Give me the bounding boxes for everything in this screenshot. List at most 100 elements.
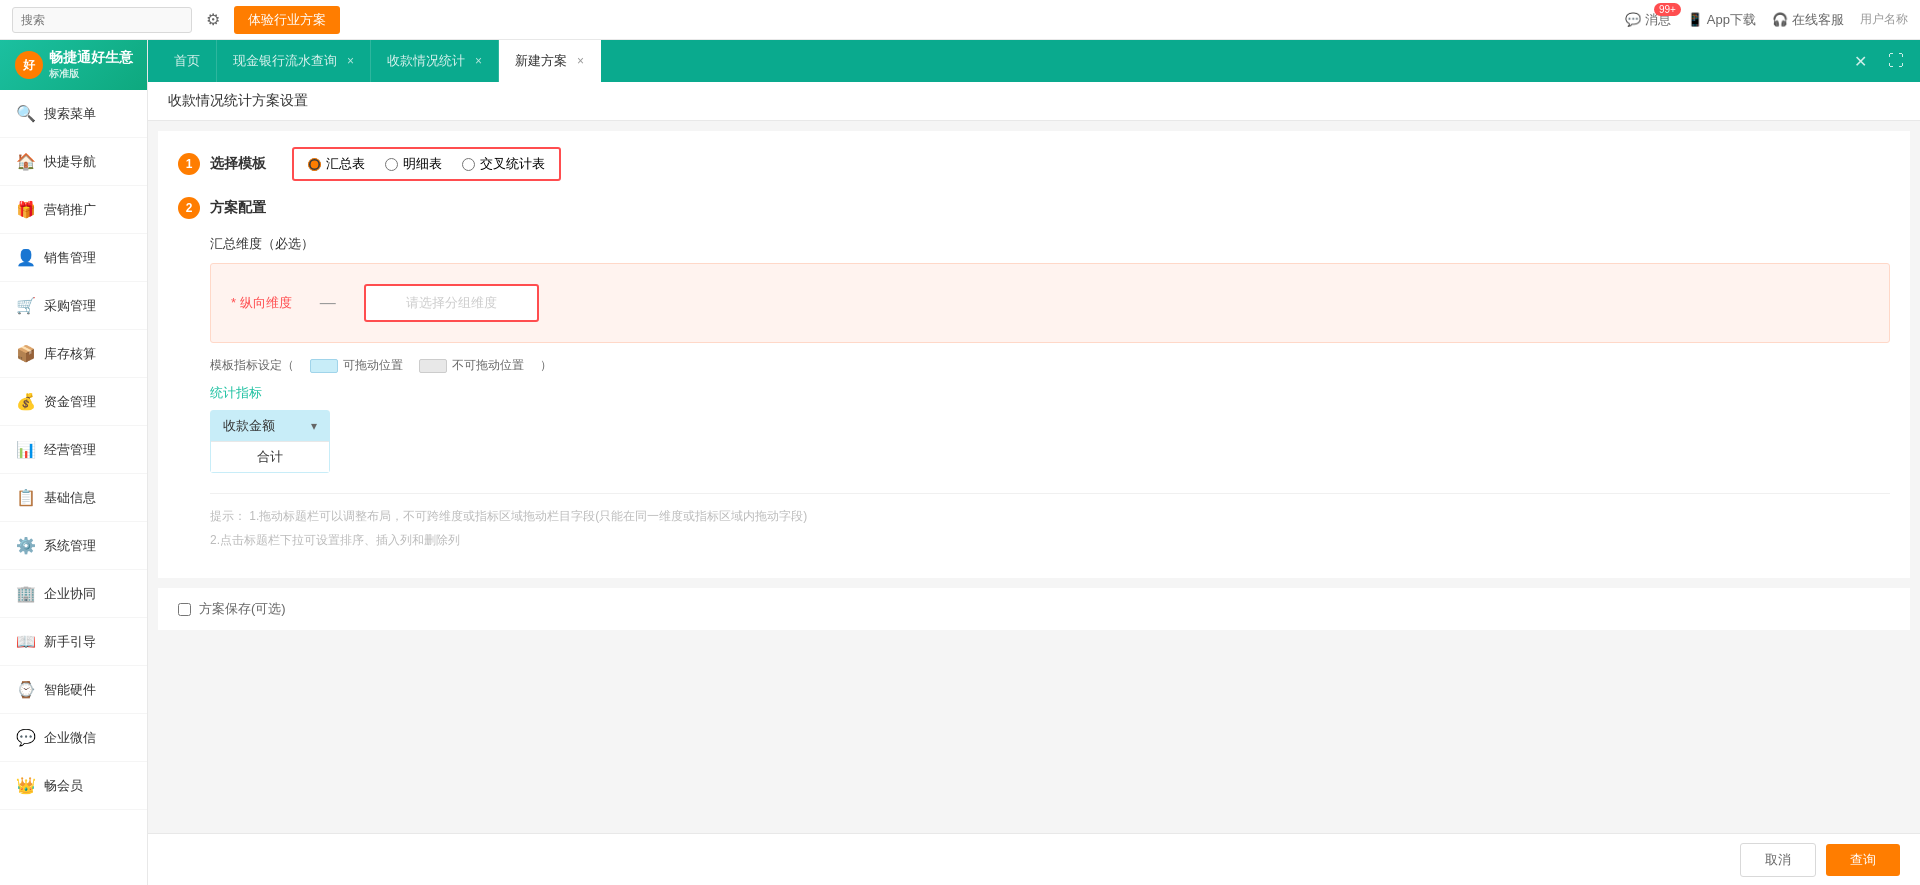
tab-label-collection-stat: 收款情况统计 [387,52,465,70]
save-checkbox[interactable] [178,603,191,616]
settings-icon[interactable]: ⚙ [200,7,226,33]
content-area: 首页 现金银行流水查询 × 收款情况统计 × 新建方案 × ✕ ⛶ 收款情况统计方案设置 1… [148,40,1920,885]
main-layout: 好 畅捷通好生意 标准版 🔍搜索菜单 🏠 快捷导航 🎁 营销推广 👤销售管理 🛒 采购管理 📦 库… [0,40,1920,885]
page-title: 收款情况统计方案设置 [168,92,308,108]
tab-label-bank-flow: 现金银行流水查询 [233,52,337,70]
sidebar-item-smart-hw[interactable]: ⌚智能硬件 [0,666,147,714]
logo-text: 畅捷通好生意 标准版 [49,49,133,81]
radio-summary-input[interactable] [308,158,321,171]
step1-number: 1 [178,153,200,175]
dim-area: * 纵向维度 — 请选择分组维度 [210,263,1890,343]
cancel-button[interactable]: 取消 [1740,843,1816,877]
tab-bar: 首页 现金银行流水查询 × 收款情况统计 × 新建方案 × ✕ ⛶ [148,40,1920,82]
close-window-icon[interactable]: ✕ [1846,47,1874,75]
sidebar-label-quick-nav: 快捷导航 [44,153,96,171]
sidebar-label-system: 系统管理 [44,537,96,555]
sidebar-item-operation[interactable]: 📊经营管理 [0,426,147,474]
sidebar-icon-wechat: 💬 [16,728,36,747]
bottom-bar: 取消 查询 [148,833,1920,885]
step2-label: 方案配置 [210,199,266,217]
indicator-legend: 模板指标设定（ 可拖动位置 不可拖动位置 ） [210,357,1890,374]
indicator-settings-label: 模板指标设定（ [210,357,294,374]
sidebar-label-marketing: 营销推广 [44,201,96,219]
legend-suffix: ） [540,357,552,374]
sidebar-icon-purchase: 🛒 [16,296,36,315]
message-icon: 💬 [1625,12,1641,27]
download-label: App下载 [1707,11,1756,29]
sidebar-label-member: 畅会员 [44,777,83,795]
sidebar-item-search-menu[interactable]: 🔍搜索菜单 [0,90,147,138]
legend-draggable-label: 可拖动位置 [343,357,403,374]
tab-close-bank-flow[interactable]: × [347,54,354,68]
save-section: 方案保存(可选) [158,588,1910,630]
sidebar-label-search-menu: 搜索菜单 [44,105,96,123]
step1-row: 1 选择模板 汇总表 明细表 [178,147,1890,181]
notification-btn[interactable]: 💬 消息 99+ [1625,11,1671,29]
radio-detail-input[interactable] [385,158,398,171]
sidebar-icon-finance: 💰 [16,392,36,411]
logo-icon: 好 [15,51,43,79]
tab-bank-flow[interactable]: 现金银行流水查询 × [217,40,371,82]
sidebar-item-inventory[interactable]: 📦 库存核算 [0,330,147,378]
save-label: 方案保存(可选) [199,600,286,618]
industry-btn[interactable]: 体验行业方案 [234,6,340,34]
tab-label-home: 首页 [174,52,200,70]
tab-home[interactable]: 首页 [158,40,217,82]
sidebar-label-sales: 销售管理 [44,249,96,267]
sidebar-item-wechat[interactable]: 💬 企业微信 [0,714,147,762]
tab-new-plan[interactable]: 新建方案 × [499,40,601,82]
download-btn[interactable]: 📱 App下载 [1687,11,1756,29]
sidebar-label-guide: 新手引导 [44,633,96,651]
radio-summary-label: 汇总表 [326,155,365,173]
legend-draggable-box [310,359,338,373]
tab-close-new-plan[interactable]: × [577,54,584,68]
tab-items: 首页 现金银行流水查询 × 收款情况统计 × 新建方案 × [158,40,601,82]
sidebar-label-inventory: 库存核算 [44,345,96,363]
summary-dim-section: 汇总维度（必选） * 纵向维度 — 请选择分组维度 模板指标设定（ [210,235,1890,562]
download-icon: 📱 [1687,12,1703,27]
hint-section: 提示： 1.拖动标题栏可以调整布局，不可跨维度或指标区域拖动栏目字段(只能在同一… [210,493,1890,562]
radio-summary[interactable]: 汇总表 [308,155,365,173]
sidebar-label-purchase: 采购管理 [44,297,96,315]
radio-cross[interactable]: 交叉统计表 [462,155,545,173]
page-content: 收款情况统计方案设置 1 选择模板 汇总表 [148,82,1920,833]
query-button[interactable]: 查询 [1826,844,1900,876]
sidebar-items: 🔍搜索菜单 🏠 快捷导航 🎁 营销推广 👤销售管理 🛒 采购管理 📦 库存核算 💰资金管理📊经营管理… [0,90,147,810]
template-options-box: 汇总表 明细表 交叉统计表 [292,147,561,181]
legend-fixed: 不可拖动位置 [419,357,524,374]
sidebar-item-sales[interactable]: 👤销售管理 [0,234,147,282]
chevron-down-icon[interactable]: ▾ [311,419,317,433]
legend-draggable: 可拖动位置 [310,357,403,374]
radio-cross-input[interactable] [462,158,475,171]
sidebar-item-finance[interactable]: 💰资金管理 [0,378,147,426]
sidebar-item-basic-info[interactable]: 📋 基础信息 [0,474,147,522]
sidebar-label-wechat: 企业微信 [44,729,96,747]
tab-collection-stat[interactable]: 收款情况统计 × [371,40,499,82]
dim-select-box[interactable]: 请选择分组维度 [364,284,539,322]
sidebar-icon-smart-hw: ⌚ [16,680,36,699]
sidebar-icon-inventory: 📦 [16,344,36,363]
service-icon: 🎧 [1772,12,1788,27]
sidebar-item-marketing[interactable]: 🎁 营销推广 [0,186,147,234]
sidebar-icon-member: 👑 [16,776,36,795]
hint-line-2: 2.点击标题栏下拉可设置排序、插入列和删除列 [210,528,1890,552]
top-bar-left: ⚙ 体验行业方案 [12,6,340,34]
username: 用户名称 [1860,11,1908,28]
notification-badge: 99+ [1654,3,1681,16]
sidebar-item-quick-nav[interactable]: 🏠 快捷导航 [0,138,147,186]
sidebar-icon-basic-info: 📋 [16,488,36,507]
radio-detail[interactable]: 明细表 [385,155,442,173]
service-btn[interactable]: 🎧 在线客服 [1772,11,1844,29]
sidebar-icon-marketing: 🎁 [16,200,36,219]
sidebar-item-purchase[interactable]: 🛒 采购管理 [0,282,147,330]
sidebar-item-enterprise[interactable]: 🏢企业协同 [0,570,147,618]
sidebar-icon-quick-nav: 🏠 [16,152,36,171]
tab-close-collection-stat[interactable]: × [475,54,482,68]
tab-label-new-plan: 新建方案 [515,52,567,70]
sidebar-item-system[interactable]: ⚙️系统管理 [0,522,147,570]
sidebar-item-member[interactable]: 👑 畅会员 [0,762,147,810]
search-input[interactable] [12,7,192,33]
maximize-icon[interactable]: ⛶ [1882,47,1910,75]
sidebar-label-basic-info: 基础信息 [44,489,96,507]
sidebar-item-guide[interactable]: 📖新手引导 [0,618,147,666]
